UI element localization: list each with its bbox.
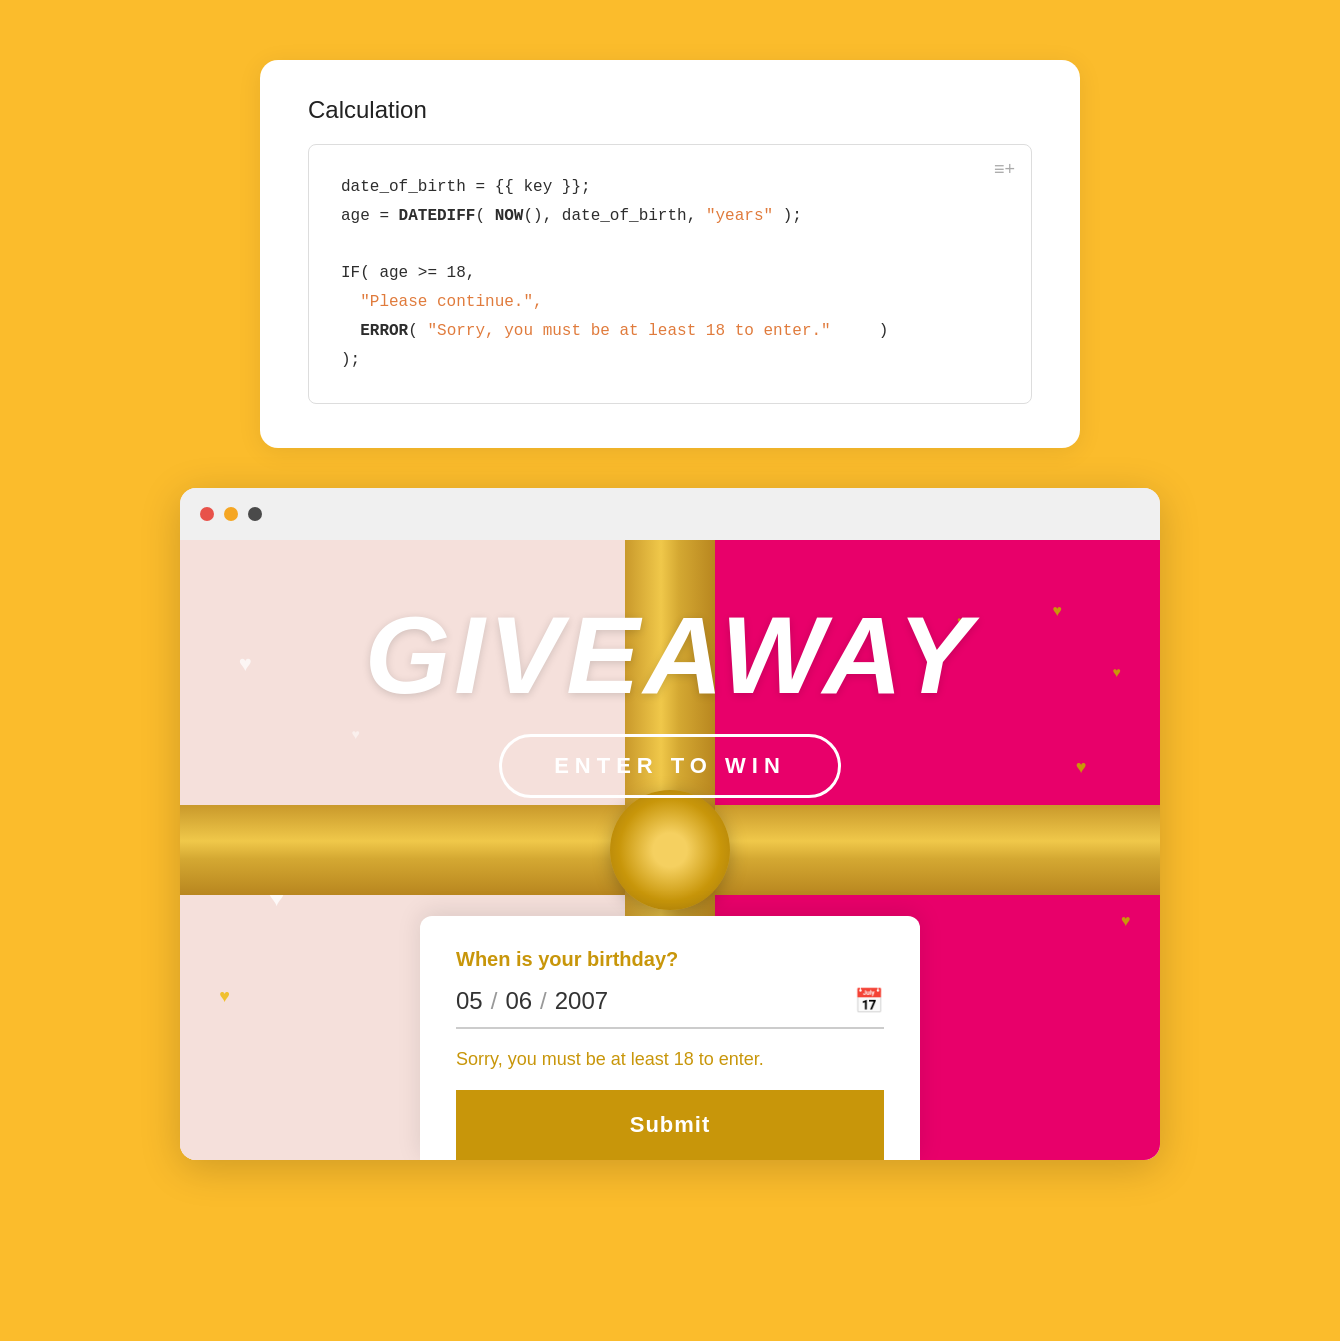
calendar-icon[interactable]: 📅 bbox=[854, 987, 884, 1015]
error-message: Sorry, you must be at least 18 to enter. bbox=[456, 1049, 884, 1070]
date-sep-2: / bbox=[540, 987, 547, 1015]
code-block: ≡+ date_of_birth = {{ key }}; age = DATE… bbox=[308, 144, 1032, 404]
browser-bar bbox=[180, 488, 1160, 540]
calc-card-title: Calculation bbox=[308, 96, 1032, 124]
date-year[interactable]: 2007 bbox=[555, 987, 608, 1015]
date-day[interactable]: 06 bbox=[505, 987, 532, 1015]
submit-button[interactable]: Submit bbox=[456, 1090, 884, 1160]
enter-to-win-button[interactable]: ENTER TO WIN bbox=[499, 734, 841, 798]
code-content: date_of_birth = {{ key }}; age = DATEDIF… bbox=[341, 173, 999, 375]
dot-close[interactable] bbox=[200, 507, 214, 521]
code-add-icon[interactable]: ≡+ bbox=[994, 159, 1015, 180]
date-sep-1: / bbox=[491, 987, 498, 1015]
birthday-question-label: When is your birthday? bbox=[456, 948, 884, 971]
dot-minimize[interactable] bbox=[224, 507, 238, 521]
calculation-card: Calculation ≡+ date_of_birth = {{ key }}… bbox=[260, 60, 1080, 448]
date-input-row[interactable]: 05 / 06 / 2007 📅 bbox=[456, 987, 884, 1029]
date-month[interactable]: 05 bbox=[456, 987, 483, 1015]
giveaway-title: GIVEAWAY bbox=[365, 600, 976, 710]
dot-maximize[interactable] bbox=[248, 507, 262, 521]
browser-window: ♥ ♥ ♥ ♥ ♥ ♥ ♥ ♥ ♥ ♥ GIVEAWAY bbox=[180, 488, 1160, 1160]
birthday-form-card: When is your birthday? 05 / 06 / 2007 📅 … bbox=[420, 916, 920, 1160]
browser-content: ♥ ♥ ♥ ♥ ♥ ♥ ♥ ♥ ♥ ♥ GIVEAWAY bbox=[180, 540, 1160, 1160]
